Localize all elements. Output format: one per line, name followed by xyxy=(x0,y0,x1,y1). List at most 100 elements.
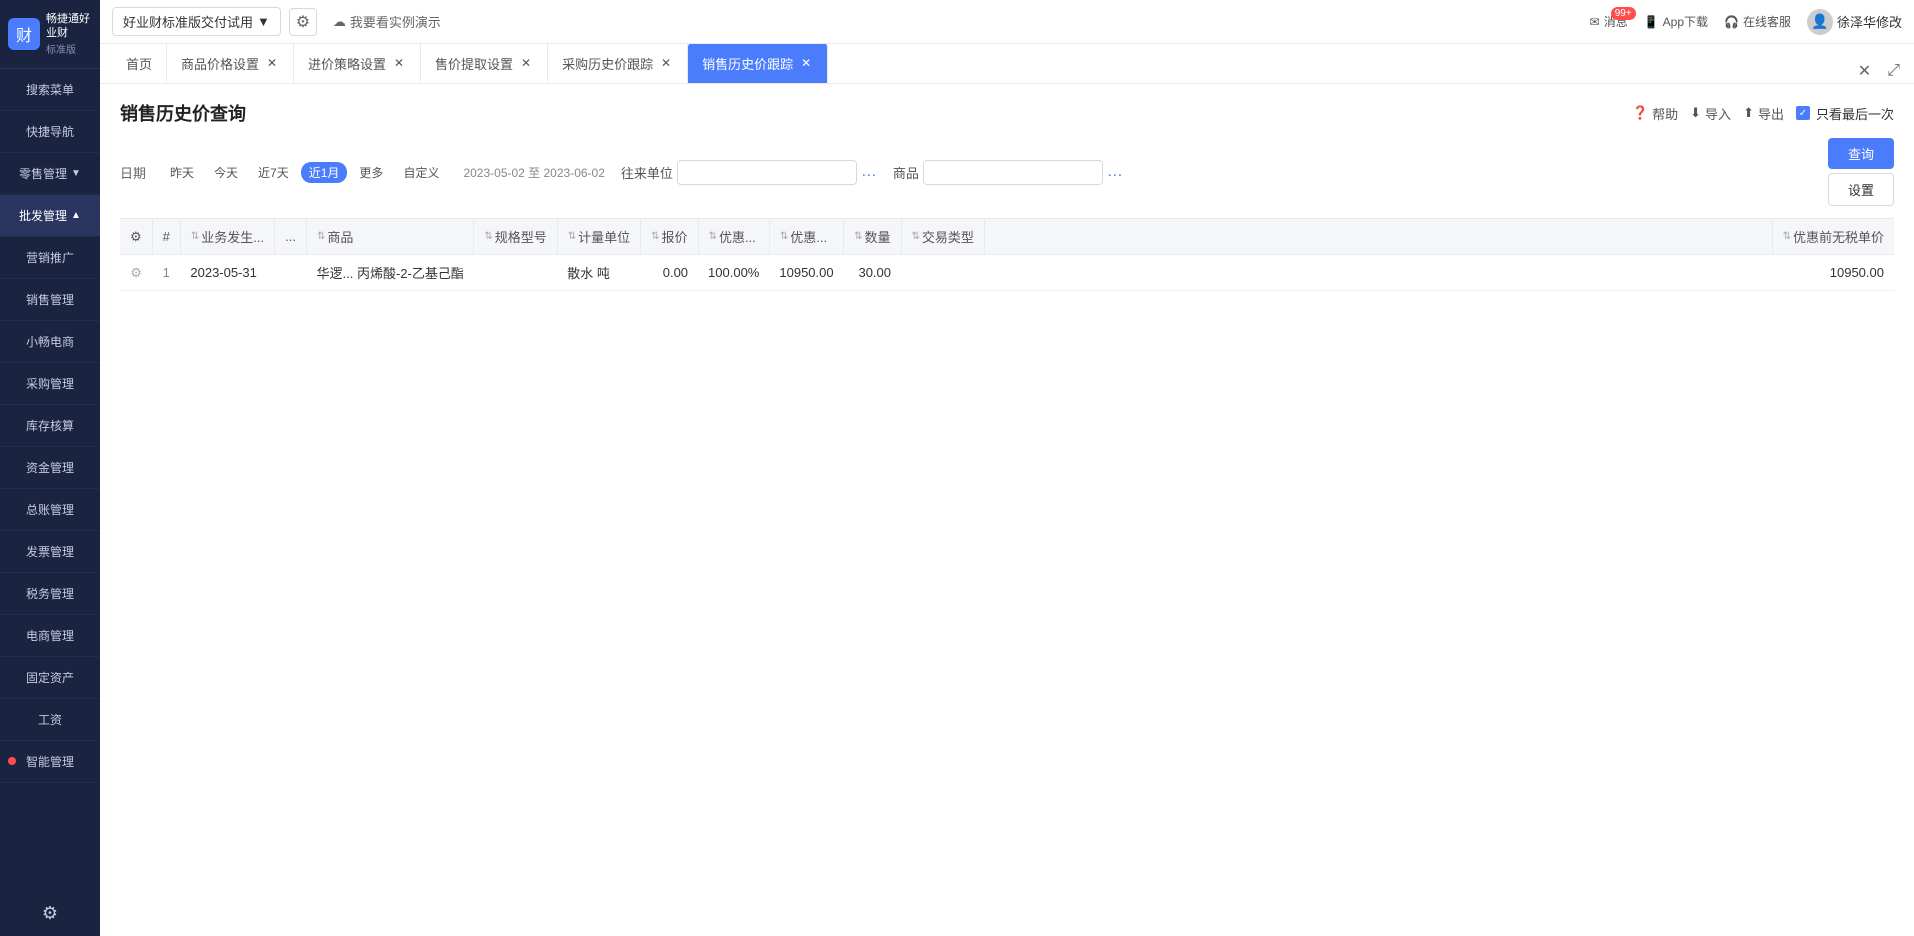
partner-picker-icon[interactable]: … xyxy=(861,163,877,181)
tab-home[interactable]: 首页 xyxy=(112,44,167,83)
headset-icon: 🎧 xyxy=(1724,15,1739,29)
sidebar-item-purchase[interactable]: 采购管理 xyxy=(0,363,100,405)
query-button[interactable]: 查询 xyxy=(1828,138,1894,169)
th-more[interactable]: ... xyxy=(275,219,307,255)
help-icon: ❓ xyxy=(1632,105,1648,121)
sort-icon: ⇅ xyxy=(317,231,325,242)
sort-icon: ⇅ xyxy=(651,231,659,242)
version-dropdown[interactable]: 好业财标准版交付试用 ▼ xyxy=(112,7,281,36)
gear-icon: ⚙ xyxy=(130,229,142,244)
settings-button[interactable]: 设置 xyxy=(1828,173,1894,206)
logo-icon: 财 xyxy=(8,18,40,50)
sidebar-item-sales[interactable]: 销售管理 xyxy=(0,279,100,321)
gear-icon: ⚙ xyxy=(42,903,58,923)
sidebar-item-retail[interactable]: 零售管理 ▼ xyxy=(0,153,100,195)
demo-link[interactable]: ☁ 我要看实例演示 xyxy=(333,12,441,31)
message-icon: ✉ xyxy=(1590,15,1600,29)
th-date[interactable]: ⇅ 业务发生... xyxy=(180,219,274,255)
date-opt-7days[interactable]: 近7天 xyxy=(250,162,297,183)
tab-sale-history[interactable]: 销售历史价跟踪 ✕ xyxy=(688,44,828,83)
date-range-display: 2023-05-02 至 2023-06-02 xyxy=(463,164,604,181)
close-tab-button[interactable]: ✕ xyxy=(1852,59,1877,83)
app-download-button[interactable]: 📱 App下载 xyxy=(1644,13,1708,30)
date-opt-more[interactable]: 更多 xyxy=(351,162,391,183)
product-picker-icon[interactable]: … xyxy=(1107,163,1123,181)
only-last-checkbox[interactable]: ✓ xyxy=(1796,106,1810,120)
tab-purchase-history[interactable]: 采购历史价跟踪 ✕ xyxy=(548,44,688,83)
date-opt-yesterday[interactable]: 昨天 xyxy=(162,162,202,183)
th-gear[interactable]: ⚙ xyxy=(120,219,152,255)
row-pretax-price: 10950.00 xyxy=(1772,255,1894,291)
sidebar: 财 畅捷通好业财 标准版 搜索菜单 快捷导航 零售管理 ▼ 批发管理 ▲ 营销推… xyxy=(0,0,100,936)
sidebar-item-finance[interactable]: 资金管理 xyxy=(0,447,100,489)
tab-sale-price-extract[interactable]: 售价提取设置 ✕ xyxy=(421,44,548,83)
row-num: 1 xyxy=(152,255,180,291)
import-button[interactable]: ⬇ 导入 xyxy=(1690,104,1731,123)
date-opt-today[interactable]: 今天 xyxy=(206,162,246,183)
table-header-row: ⚙ # ⇅ 业务发生... ... xyxy=(120,219,1894,255)
row-discount-pct: 100.00% xyxy=(698,255,769,291)
export-button[interactable]: ⬆ 导出 xyxy=(1743,104,1784,123)
sidebar-item-ledger[interactable]: 总账管理 xyxy=(0,489,100,531)
import-icon: ⬇ xyxy=(1690,105,1701,121)
download-icon: 📱 xyxy=(1644,15,1659,29)
product-input[interactable] xyxy=(923,160,1103,185)
date-opt-1month[interactable]: 近1月 xyxy=(301,162,348,183)
messages-button[interactable]: ✉ 消息 99+ xyxy=(1590,13,1628,30)
th-trade-type[interactable]: ⇅ 交易类型 xyxy=(901,219,984,255)
filter-row: 日期 昨天 今天 近7天 近1月 更多 自定义 2023-05-02 至 202… xyxy=(100,126,1914,218)
th-discount-pct[interactable]: ⇅ 优惠... xyxy=(698,219,769,255)
tab-product-price[interactable]: 商品价格设置 ✕ xyxy=(167,44,294,83)
user-menu[interactable]: 👤 徐泽华修改 xyxy=(1807,9,1902,35)
sidebar-item-ecommerce[interactable]: 电商管理 xyxy=(0,615,100,657)
sidebar-item-marketing[interactable]: 营销推广 xyxy=(0,237,100,279)
avatar: 👤 xyxy=(1807,9,1833,35)
data-table: ⚙ # ⇅ 业务发生... ... xyxy=(120,218,1894,291)
tab-purchase-strategy[interactable]: 进价策略设置 ✕ xyxy=(294,44,421,83)
row-product: 华逻... 丙烯酸-2-乙基己酯 xyxy=(306,255,473,291)
sidebar-item-ecommerce-small[interactable]: 小畅电商 xyxy=(0,321,100,363)
sidebar-item-inventory[interactable]: 库存核算 xyxy=(0,405,100,447)
tab-close-purchase-history[interactable]: ✕ xyxy=(659,56,673,70)
topbar-right: ✉ 消息 99+ 📱 App下载 🎧 在线客服 👤 徐泽华修改 xyxy=(1590,9,1902,35)
th-pretax-price[interactable]: ⇅ 优惠前无税单价 xyxy=(1772,219,1894,255)
date-options: 昨天 今天 近7天 近1月 更多 自定义 xyxy=(162,162,447,183)
sidebar-item-assets[interactable]: 固定资产 xyxy=(0,657,100,699)
page-header: 销售历史价查询 ❓ 帮助 ⬇ 导入 ⬆ 导出 ✓ 只看最后一次 xyxy=(100,84,1914,126)
app-edition: 标准版 xyxy=(46,41,92,56)
page-title: 销售历史价查询 xyxy=(120,100,246,126)
sidebar-item-wholesale[interactable]: 批发管理 ▲ xyxy=(0,195,100,237)
settings-icon[interactable]: ⚙ xyxy=(289,8,317,36)
th-spec[interactable]: ⇅ 规格型号 xyxy=(474,219,557,255)
th-discount-amt[interactable]: ⇅ 优惠... xyxy=(769,219,843,255)
page-actions: ❓ 帮助 ⬇ 导入 ⬆ 导出 ✓ 只看最后一次 xyxy=(1632,104,1894,123)
dot-indicator xyxy=(8,757,16,765)
row-gear[interactable]: ⚙ xyxy=(120,255,152,291)
row-discount-amt: 10950.00 xyxy=(769,255,843,291)
tab-close-sale-history[interactable]: ✕ xyxy=(799,56,813,70)
online-service-button[interactable]: 🎧 在线客服 xyxy=(1724,13,1791,30)
sidebar-item-smart[interactable]: 智能管理 xyxy=(0,741,100,783)
th-qty[interactable]: ⇅ 数量 xyxy=(844,219,901,255)
sidebar-item-search[interactable]: 搜索菜单 xyxy=(0,69,100,111)
sort-icon: ⇅ xyxy=(709,231,717,242)
tab-close-sale-price-extract[interactable]: ✕ xyxy=(519,56,533,70)
tab-close-product-price[interactable]: ✕ xyxy=(265,56,279,70)
partner-input[interactable] xyxy=(677,160,857,185)
sidebar-item-tax[interactable]: 税务管理 xyxy=(0,573,100,615)
tab-close-purchase-strategy[interactable]: ✕ xyxy=(392,56,406,70)
th-product[interactable]: ⇅ 商品 xyxy=(306,219,473,255)
th-price[interactable]: ⇅ 报价 xyxy=(641,219,698,255)
row-more xyxy=(275,255,307,291)
maximize-button[interactable]: ⤢ xyxy=(1881,60,1906,82)
sidebar-settings-button[interactable]: ⚙ xyxy=(0,891,100,936)
topbar: 好业财标准版交付试用 ▼ ⚙ ☁ 我要看实例演示 ✉ 消息 99+ 📱 App下… xyxy=(100,0,1914,44)
only-last-checkbox-group[interactable]: ✓ 只看最后一次 xyxy=(1796,104,1894,123)
date-opt-custom[interactable]: 自定义 xyxy=(395,162,447,183)
help-button[interactable]: ❓ 帮助 xyxy=(1632,104,1678,123)
sidebar-item-quick-nav[interactable]: 快捷导航 xyxy=(0,111,100,153)
date-filter-label: 日期 xyxy=(120,163,146,182)
sidebar-item-payroll[interactable]: 工资 xyxy=(0,699,100,741)
th-unit[interactable]: ⇅ 计量单位 xyxy=(557,219,640,255)
sidebar-item-invoice[interactable]: 发票管理 xyxy=(0,531,100,573)
